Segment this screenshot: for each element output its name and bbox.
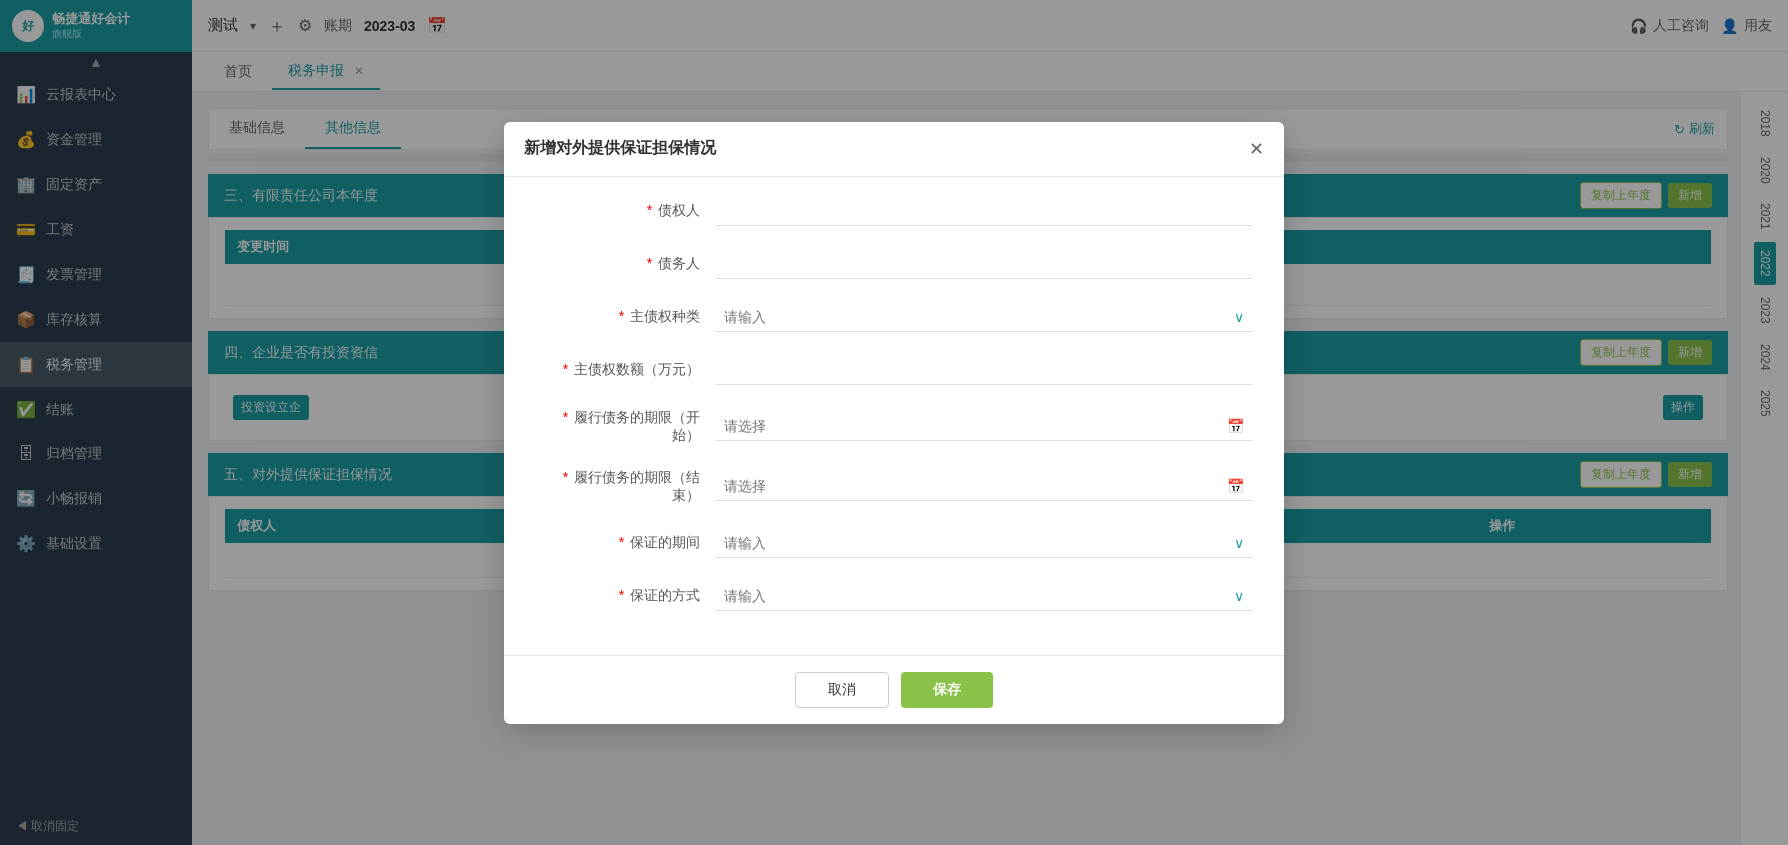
required-star: *	[647, 202, 652, 218]
form-row-date-start: * 履行债务的期限（开始） 📅	[536, 409, 1252, 445]
modal-dialog: 新增对外提供保证担保情况 ✕ * 债权人 * 债务人	[504, 122, 1284, 724]
required-star: *	[563, 469, 568, 485]
calendar-icon-end[interactable]: 📅	[1227, 478, 1252, 494]
form-row-zhaiquanren: * 债权人	[536, 197, 1252, 226]
select-input-zhulei[interactable]	[716, 303, 1234, 331]
label-period: * 保证的期间	[536, 534, 716, 552]
select-wrap-period: ∨	[716, 529, 1252, 558]
required-star: *	[563, 409, 568, 425]
dropdown-arrow-zhulei[interactable]: ∨	[1234, 309, 1252, 325]
label-zhaiwuren: * 债务人	[536, 255, 716, 273]
label-zhaiquanren: * 债权人	[536, 202, 716, 220]
input-zhaiquanren[interactable]	[716, 197, 1252, 226]
save-button[interactable]: 保存	[901, 672, 993, 708]
modal-title: 新增对外提供保证担保情况	[524, 138, 716, 159]
date-input-end[interactable]	[716, 472, 1227, 500]
form-row-mode: * 保证的方式 ∨	[536, 582, 1252, 611]
select-input-mode[interactable]	[716, 582, 1234, 610]
required-star: *	[647, 255, 652, 271]
cancel-button[interactable]: 取消	[795, 672, 889, 708]
form-row-period: * 保证的期间 ∨	[536, 529, 1252, 558]
modal-close-icon[interactable]: ✕	[1249, 138, 1264, 160]
required-star: *	[619, 308, 624, 324]
dropdown-arrow-period[interactable]: ∨	[1234, 535, 1252, 551]
label-zhulei: * 主债权种类	[536, 308, 716, 326]
form-row-zhaiwuren: * 债务人	[536, 250, 1252, 279]
form-row-date-end: * 履行债务的期限（结束） 📅	[536, 469, 1252, 505]
modal-overlay: 新增对外提供保证担保情况 ✕ * 债权人 * 债务人	[0, 0, 1788, 845]
required-star: *	[619, 587, 624, 603]
modal-footer: 取消 保存	[504, 655, 1284, 724]
modal-body: * 债权人 * 债务人 * 主债权种类	[504, 177, 1284, 655]
input-shue[interactable]	[716, 356, 1252, 385]
modal-header: 新增对外提供保证担保情况 ✕	[504, 122, 1284, 177]
date-wrap-end: 📅	[716, 472, 1252, 501]
input-zhaiwuren[interactable]	[716, 250, 1252, 279]
label-date-end: * 履行债务的期限（结束）	[536, 469, 716, 505]
label-mode: * 保证的方式	[536, 587, 716, 605]
form-row-shue: * 主债权数额（万元）	[536, 356, 1252, 385]
calendar-icon-start[interactable]: 📅	[1227, 418, 1252, 434]
date-wrap-start: 📅	[716, 412, 1252, 441]
select-input-period[interactable]	[716, 529, 1234, 557]
select-wrap-zhulei: ∨	[716, 303, 1252, 332]
select-wrap-mode: ∨	[716, 582, 1252, 611]
date-input-start[interactable]	[716, 412, 1227, 440]
required-star: *	[563, 361, 568, 377]
form-row-zhulei: * 主债权种类 ∨	[536, 303, 1252, 332]
dropdown-arrow-mode[interactable]: ∨	[1234, 588, 1252, 604]
label-shue: * 主债权数额（万元）	[536, 361, 716, 379]
label-date-start: * 履行债务的期限（开始）	[536, 409, 716, 445]
required-star: *	[619, 534, 624, 550]
